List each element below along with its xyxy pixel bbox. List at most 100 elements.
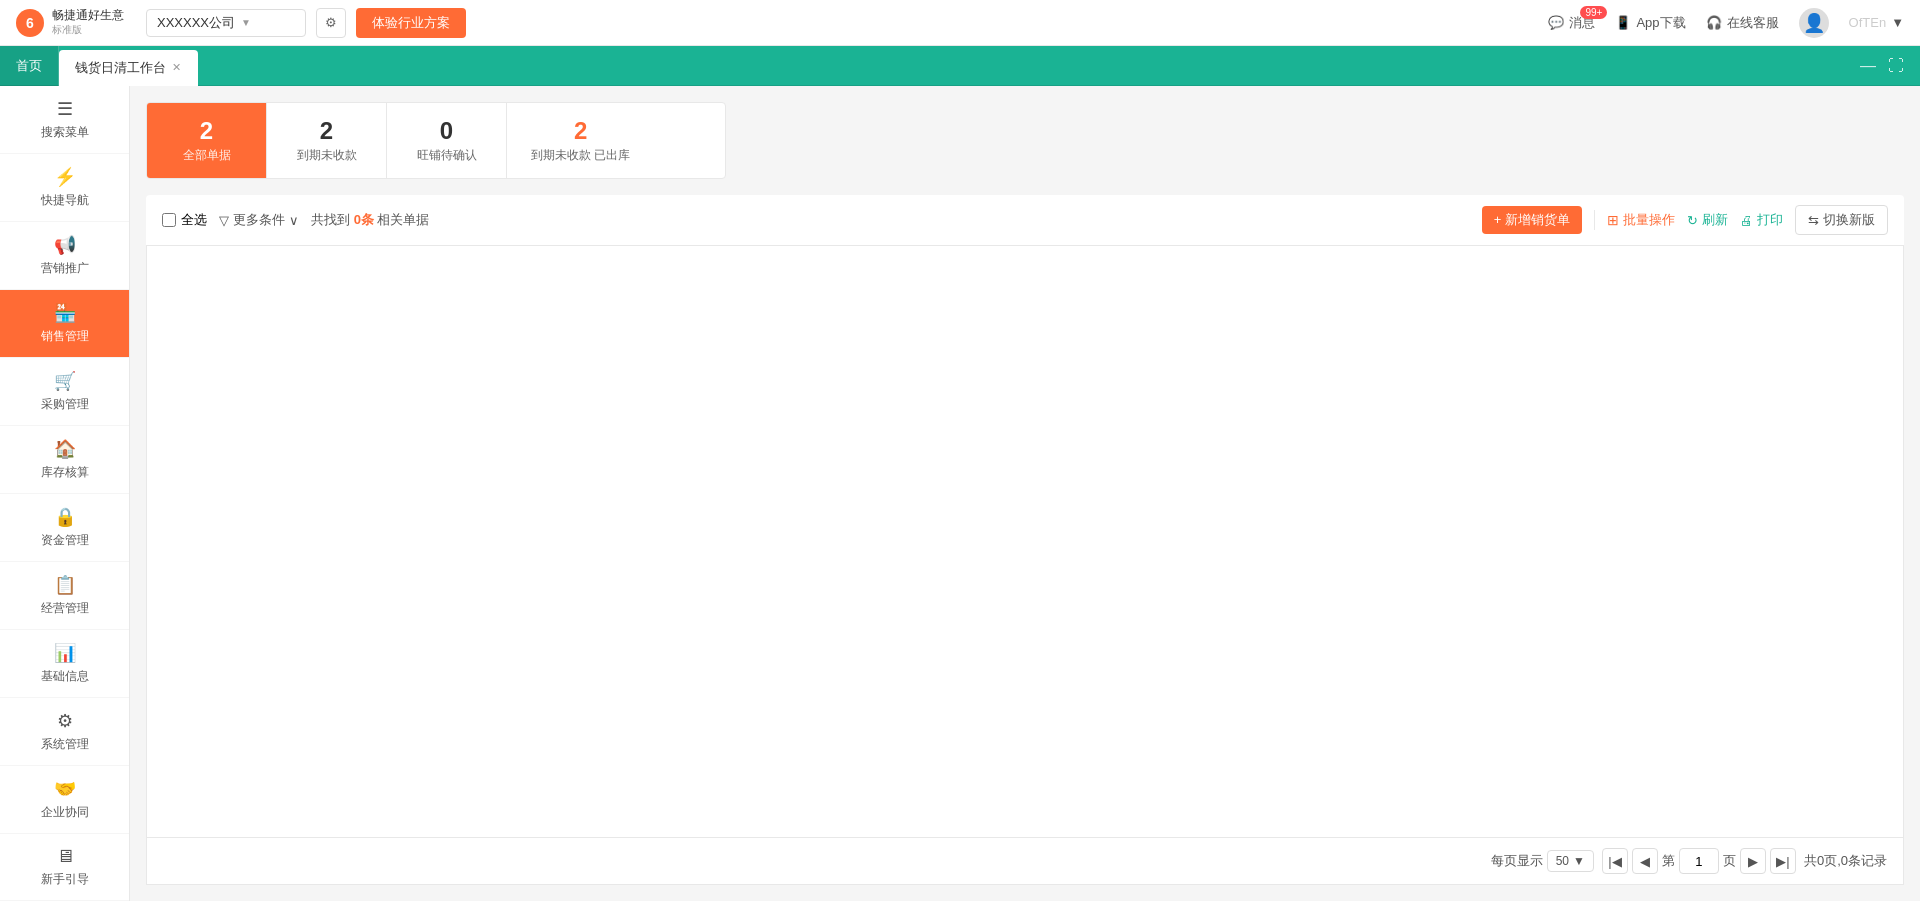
refresh-label: 刷新 [1702, 211, 1728, 229]
sidebar-item-enterprise-coop[interactable]: 🤝 企业协同 [0, 766, 129, 834]
sidebar-label-capital-mgmt: 资金管理 [41, 532, 89, 549]
switch-label: 切换新版 [1823, 211, 1875, 229]
add-sales-order-button[interactable]: + 新增销货单 [1482, 206, 1582, 234]
settings-button[interactable]: ⚙ [316, 8, 346, 38]
tab-home[interactable]: 首页 [0, 46, 59, 86]
sidebar-item-ops-mgmt[interactable]: 📋 经营管理 [0, 562, 129, 630]
switch-version-button[interactable]: ⇆ 切换新版 [1795, 205, 1888, 235]
page-last-button[interactable]: ▶| [1770, 848, 1796, 874]
page-size-select: 每页显示 50 ▼ [1491, 850, 1594, 872]
found-count: 0条 [354, 212, 374, 227]
page-first-button[interactable]: |◀ [1602, 848, 1628, 874]
message-button[interactable]: 💬 消息 99+ [1548, 14, 1595, 32]
content-area: 2 全部单据 2 到期未收款 0 旺铺待确认 2 到期未收款 已出库 [130, 86, 1920, 901]
sidebar-item-beginner-guide[interactable]: 🖥 新手引导 [0, 834, 129, 901]
user-icon: 👤 [1803, 12, 1825, 34]
headset-icon: 🎧 [1706, 15, 1722, 30]
logo-area: 6 畅捷通好生意 标准版 [16, 8, 146, 38]
stat-label-wangpu-pending: 旺铺待确认 [411, 147, 482, 164]
content-inner: 2 全部单据 2 到期未收款 0 旺铺待确认 2 到期未收款 已出库 [130, 86, 1920, 901]
sidebar-label-enterprise-coop: 企业协同 [41, 804, 89, 821]
home-tab-label: 首页 [16, 57, 42, 75]
chevron-down-user-icon: ▼ [1891, 15, 1904, 30]
sidebar-label-system-mgmt: 系统管理 [41, 736, 89, 753]
refresh-icon: ↻ [1687, 213, 1698, 228]
page-size-dropdown[interactable]: 50 ▼ [1547, 850, 1594, 872]
sidebar-label-marketing: 营销推广 [41, 260, 89, 277]
page-next-button[interactable]: ▶ [1740, 848, 1766, 874]
enterprise-coop-icon: 🤝 [54, 778, 76, 800]
tab-minimize-icon[interactable]: — [1860, 57, 1876, 75]
stat-card-wangpu-pending[interactable]: 0 旺铺待确认 [387, 103, 507, 178]
stat-number-wangpu-pending: 0 [411, 117, 482, 145]
sidebar-label-beginner-guide: 新手引导 [41, 871, 89, 888]
basic-info-icon: 📊 [54, 642, 76, 664]
stat-label-overdue-uncollected: 到期未收款 [291, 147, 362, 164]
main-layout: ☰ 搜索菜单 ⚡ 快捷导航 📢 营销推广 🏪 销售管理 🛒 采购管理 🏠 库存核… [0, 86, 1920, 901]
sidebar-item-system-mgmt[interactable]: ⚙ 系统管理 [0, 698, 129, 766]
tab-cash-workbench[interactable]: 钱货日清工作台 ✕ [59, 50, 198, 86]
company-name: XXXXXX公司 [157, 14, 235, 32]
filter-icon: ▽ [219, 213, 229, 228]
sidebar-label-ops-mgmt: 经营管理 [41, 600, 89, 617]
page-size-value: 50 [1556, 854, 1569, 868]
print-icon: 🖨 [1740, 213, 1753, 228]
header-right: 💬 消息 99+ 📱 App下载 🎧 在线客服 👤 OfTEn ▼ [1548, 8, 1904, 38]
app-download-label: App下载 [1636, 14, 1685, 32]
stat-card-overdue-unshipped[interactable]: 2 到期未收款 已出库 [507, 103, 654, 178]
sidebar-label-search-menu: 搜索菜单 [41, 124, 89, 141]
checkbox-input[interactable] [162, 213, 176, 227]
tab-close-icon[interactable]: ✕ [172, 61, 181, 74]
sidebar-item-quick-nav[interactable]: ⚡ 快捷导航 [0, 154, 129, 222]
toolbar-left: 全选 ▽ 更多条件 ∨ 共找到 0条 相关单据 [162, 211, 1470, 229]
tab-maximize-icon[interactable]: ⛶ [1888, 57, 1904, 75]
sidebar-item-search-menu[interactable]: ☰ 搜索菜单 [0, 86, 129, 154]
table-area [146, 246, 1904, 838]
pagination-bar: 每页显示 50 ▼ |◀ ◀ 第 页 ▶ ▶| 共0页,0条记录 [146, 838, 1904, 885]
print-button[interactable]: 🖨 打印 [1740, 211, 1783, 229]
refresh-button[interactable]: ↻ 刷新 [1687, 211, 1728, 229]
more-filter-label: 更多条件 [233, 211, 285, 229]
stat-card-overdue-uncollected[interactable]: 2 到期未收款 [267, 103, 387, 178]
app-download-button[interactable]: 📱 App下载 [1615, 14, 1685, 32]
batch-operation-button[interactable]: ⊞ 批量操作 [1607, 211, 1675, 229]
sidebar-item-purchase-mgmt[interactable]: 🛒 采购管理 [0, 358, 129, 426]
app-logo-icon: 6 [16, 9, 44, 37]
per-page-label: 每页显示 [1491, 852, 1543, 870]
online-service-label: 在线客服 [1727, 14, 1779, 32]
sidebar-item-capital-mgmt[interactable]: 🔒 资金管理 [0, 494, 129, 562]
capital-mgmt-icon: 🔒 [54, 506, 76, 528]
logo-line2: 标准版 [52, 23, 124, 37]
avatar[interactable]: 👤 [1799, 8, 1829, 38]
chevron-down-icon: ▼ [241, 17, 251, 28]
stat-number-overdue-uncollected: 2 [291, 117, 362, 145]
more-filter-button[interactable]: ▽ 更多条件 ∨ [219, 211, 299, 229]
company-selector[interactable]: XXXXXX公司 ▼ [146, 9, 306, 37]
purchase-mgmt-icon: 🛒 [54, 370, 76, 392]
select-all-checkbox[interactable]: 全选 [162, 211, 207, 229]
inventory-icon: 🏠 [54, 438, 76, 460]
page-prev-button[interactable]: ◀ [1632, 848, 1658, 874]
username-label[interactable]: OfTEn ▼ [1849, 15, 1904, 30]
sidebar-item-inventory[interactable]: 🏠 库存核算 [0, 426, 129, 494]
online-service-button[interactable]: 🎧 在线客服 [1706, 14, 1779, 32]
stat-card-all[interactable]: 2 全部单据 [147, 103, 267, 178]
found-text: 共找到 0条 相关单据 [311, 211, 429, 229]
sidebar-label-quick-nav: 快捷导航 [41, 192, 89, 209]
page-suffix: 页 [1723, 852, 1736, 870]
toolbar: 全选 ▽ 更多条件 ∨ 共找到 0条 相关单据 + 新增销货单 [146, 195, 1904, 246]
sidebar-item-sales-mgmt[interactable]: 🏪 销售管理 [0, 290, 129, 358]
page-number-input[interactable] [1679, 848, 1719, 874]
batch-icon: ⊞ [1607, 212, 1619, 228]
message-badge: 99+ [1580, 6, 1607, 19]
switch-icon: ⇆ [1808, 213, 1819, 228]
found-prefix: 共找到 [311, 212, 350, 227]
trial-button[interactable]: 体验行业方案 [356, 8, 466, 38]
marketing-icon: 📢 [54, 234, 76, 256]
page-nav: |◀ ◀ 第 页 ▶ ▶| [1602, 848, 1796, 874]
logo-text: 畅捷通好生意 标准版 [52, 8, 124, 38]
sidebar-item-basic-info[interactable]: 📊 基础信息 [0, 630, 129, 698]
ops-mgmt-icon: 📋 [54, 574, 76, 596]
chevron-down-filter-icon: ∨ [289, 213, 299, 228]
sidebar-item-marketing[interactable]: 📢 营销推广 [0, 222, 129, 290]
